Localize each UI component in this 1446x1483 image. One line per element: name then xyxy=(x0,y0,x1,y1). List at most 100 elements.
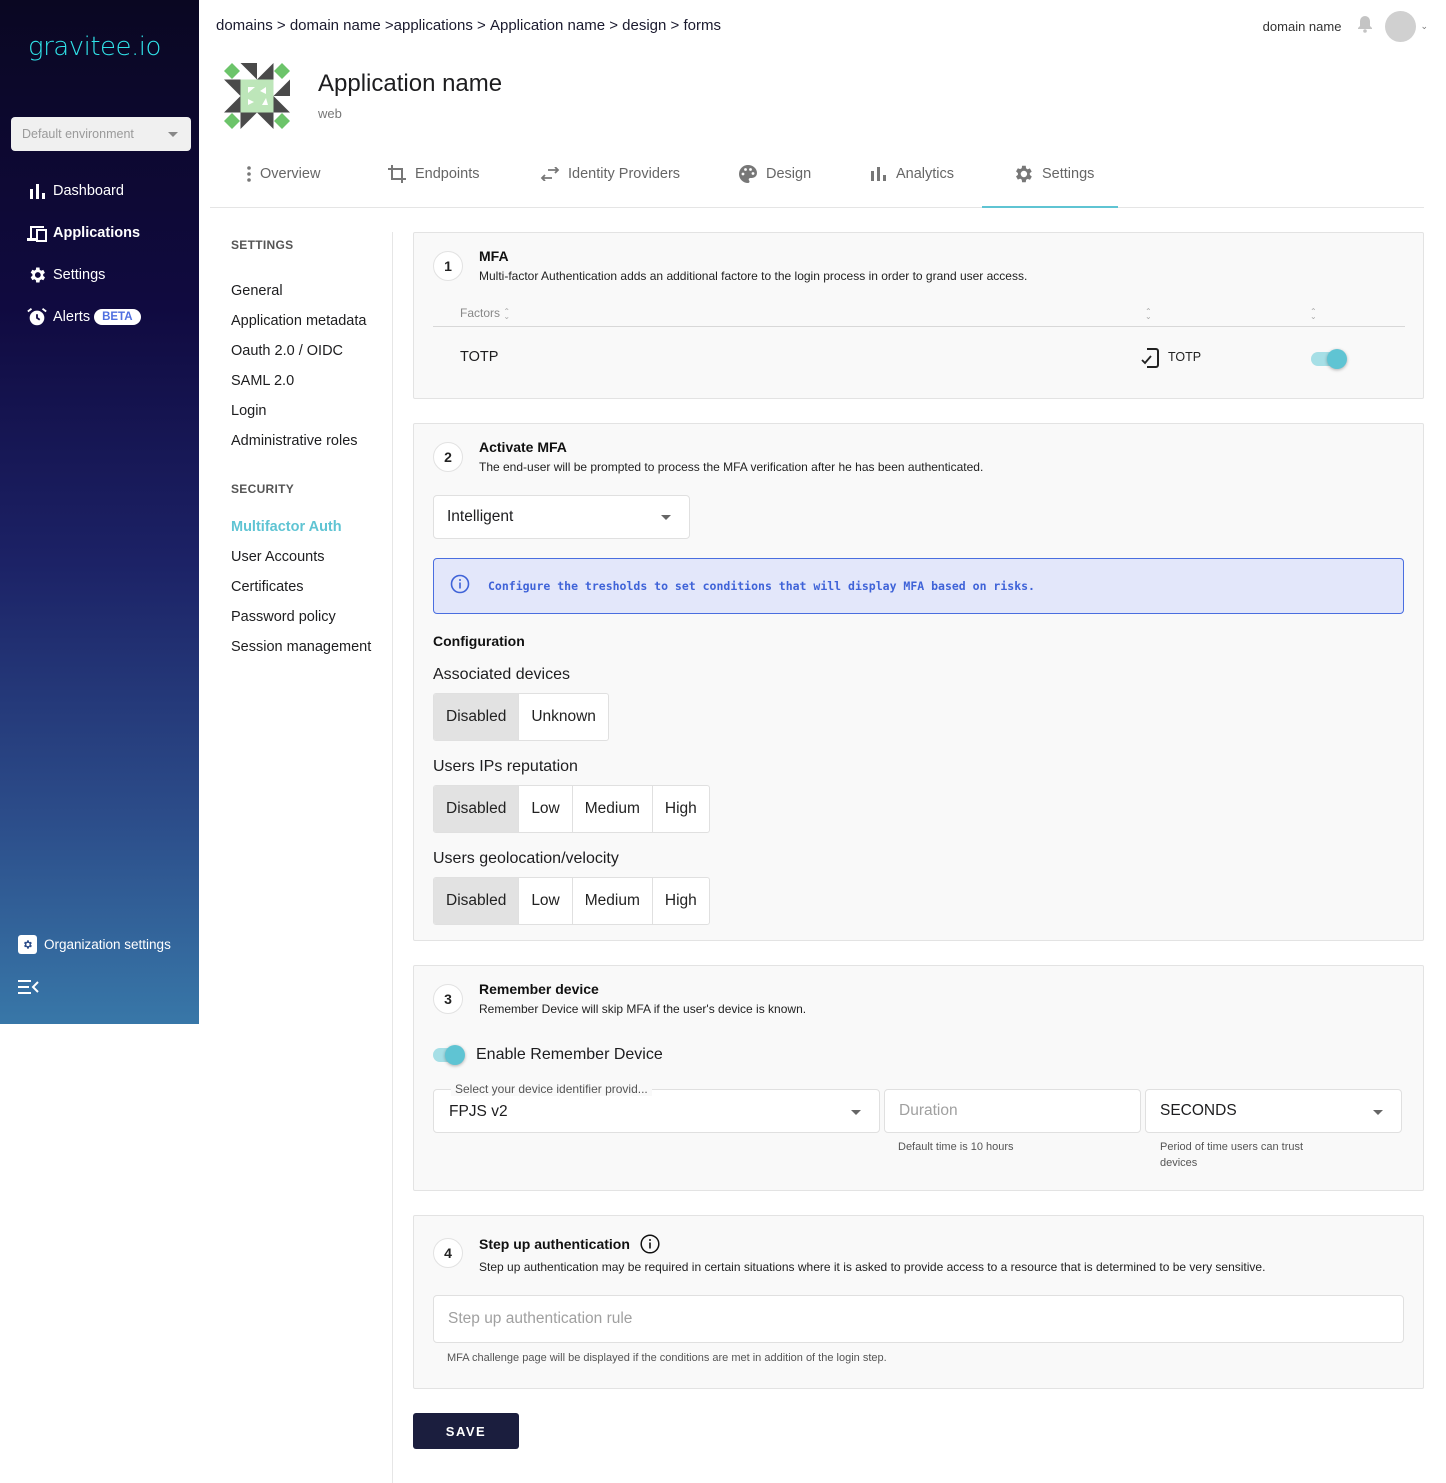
configuration-heading: Configuration xyxy=(433,633,525,649)
tab-settings[interactable]: Settings xyxy=(981,140,1119,208)
collapse-menu-icon[interactable] xyxy=(18,979,40,1000)
factor-toggle[interactable] xyxy=(1311,349,1347,369)
palette-icon xyxy=(738,164,758,184)
security-heading: SECURITY xyxy=(231,482,295,496)
device-provider-value: FPJS v2 xyxy=(449,1103,508,1120)
card-description: Multi-factor Authentication adds an addi… xyxy=(479,269,1028,283)
environment-select[interactable]: Default environment xyxy=(11,117,191,151)
info-banner: Configure the tresholds to set condition… xyxy=(433,558,1404,614)
duration-placeholder: Duration xyxy=(899,1102,958,1119)
settings-nav-general[interactable]: General xyxy=(231,283,283,299)
option-low[interactable]: Low xyxy=(518,786,571,832)
gravitee-logo[interactable]: gravitee.io xyxy=(28,32,161,62)
duration-unit-hint: Period of time users can trust devices xyxy=(1160,1141,1304,1169)
sidebar-item-label: Applications xyxy=(53,225,141,241)
card-description: Step up authentication may be required i… xyxy=(479,1260,1266,1274)
mfa-card: 1 MFA Multi-factor Authentication adds a… xyxy=(413,232,1424,399)
breadcrumb-item[interactable]: domain name xyxy=(290,17,381,34)
ip-reputation-label: Users IPs reputation xyxy=(433,758,578,775)
duration-input[interactable]: Duration xyxy=(884,1089,1141,1133)
settings-nav-certificates[interactable]: Certificates xyxy=(231,579,304,595)
tab-identity-providers[interactable]: Identity Providers xyxy=(540,140,680,207)
application-tabs: Overview Endpoints Identity Providers De… xyxy=(210,140,1424,208)
settings-nav-oauth[interactable]: Oauth 2.0 / OIDC xyxy=(231,343,343,359)
header-user-area: domain name ⌄ xyxy=(1263,11,1428,42)
settings-nav-multifactor-auth[interactable]: Multifactor Auth xyxy=(231,519,342,535)
avatar[interactable] xyxy=(1385,11,1417,42)
info-icon[interactable] xyxy=(640,1234,660,1254)
device-provider-select[interactable]: Select your device identifier provid... … xyxy=(433,1082,880,1133)
settings-nav-administrative-roles[interactable]: Administrative roles xyxy=(231,433,358,449)
step-up-rule-input[interactable]: Step up authentication rule xyxy=(433,1295,1404,1343)
factors-column-header[interactable]: Factors ⌃ ⌄ xyxy=(460,306,510,320)
mfa-mode-select[interactable]: Intelligent xyxy=(433,495,690,539)
sidebar-item-applications[interactable]: Applications xyxy=(26,221,140,245)
associated-devices-label: Associated devices xyxy=(433,666,570,683)
save-button[interactable]: SAVE xyxy=(413,1413,519,1449)
page-title: Application name xyxy=(318,70,503,97)
alarm-clock-icon xyxy=(26,306,48,328)
settings-nav-login[interactable]: Login xyxy=(231,403,266,419)
option-unknown[interactable]: Unknown xyxy=(518,694,608,740)
toggle-knob xyxy=(1327,349,1347,369)
tab-overview[interactable]: Overview xyxy=(246,140,320,207)
application-type: web xyxy=(318,106,342,121)
bell-icon[interactable] xyxy=(1357,15,1373,38)
option-disabled[interactable]: Disabled xyxy=(434,878,519,924)
chevron-down-icon xyxy=(1373,1110,1383,1115)
settings-nav-session-management[interactable]: Session management xyxy=(231,639,371,655)
remember-device-toggle[interactable] xyxy=(433,1045,465,1065)
duration-unit-value: SECONDS xyxy=(1160,1102,1237,1119)
sidebar-item-alerts[interactable]: Alerts BETA xyxy=(26,305,141,329)
tab-analytics[interactable]: Analytics xyxy=(870,140,954,207)
sidebar-item-label: Dashboard xyxy=(53,183,124,199)
gear-icon xyxy=(26,264,48,286)
settings-nav-saml[interactable]: SAML 2.0 xyxy=(231,373,294,389)
chevron-down-icon[interactable]: ⌄ xyxy=(1420,21,1428,32)
sidebar-item-dashboard[interactable]: Dashboard xyxy=(26,179,124,203)
option-disabled[interactable]: Disabled xyxy=(434,694,519,740)
settings-nav-application-metadata[interactable]: Application metadata xyxy=(231,313,366,329)
tab-label: Endpoints xyxy=(415,165,480,182)
column-label: Factors xyxy=(460,306,501,320)
duration-unit-select[interactable]: SECONDS xyxy=(1145,1089,1402,1133)
sort-icon: ⌃ ⌄ xyxy=(503,306,511,321)
bar-chart-icon xyxy=(26,180,48,202)
card-description: Remember Device will skip MFA if the use… xyxy=(479,1002,807,1016)
sidebar: gravitee.io Default environment Dashboar… xyxy=(0,0,199,1024)
logo-suffix: .io xyxy=(131,32,161,62)
option-disabled[interactable]: Disabled xyxy=(434,786,519,832)
chevron-down-icon xyxy=(168,132,178,137)
option-medium[interactable]: Medium xyxy=(571,878,652,924)
tab-label: Analytics xyxy=(896,165,955,182)
breadcrumb-item[interactable]: forms xyxy=(683,17,721,34)
breadcrumb-item[interactable]: domains xyxy=(216,17,273,34)
option-high[interactable]: High xyxy=(651,878,709,924)
phone-check-icon xyxy=(1141,346,1161,375)
tab-design[interactable]: Design xyxy=(738,140,811,207)
step-up-rule-placeholder: Step up authentication rule xyxy=(448,1310,633,1327)
sort-icon[interactable]: ⌃ ⌄ xyxy=(1145,308,1152,321)
sidebar-item-settings[interactable]: Settings xyxy=(26,263,105,287)
settings-nav-password-policy[interactable]: Password policy xyxy=(231,609,336,625)
option-low[interactable]: Low xyxy=(518,878,571,924)
card-description: The end-user will be prompted to process… xyxy=(479,460,984,474)
breadcrumb-item[interactable]: applications xyxy=(394,17,473,34)
card-title: Step up authentication xyxy=(479,1236,630,1252)
remember-device-label: Enable Remember Device xyxy=(476,1046,663,1063)
organization-settings-link[interactable]: Organization settings xyxy=(18,935,171,954)
divider xyxy=(392,232,393,1483)
toggle-knob xyxy=(445,1045,465,1065)
tab-endpoints[interactable]: Endpoints xyxy=(387,140,480,207)
step-up-hint: MFA challenge page will be displayed if … xyxy=(447,1352,887,1364)
bar-chart-icon xyxy=(870,166,888,181)
settings-nav-user-accounts[interactable]: User Accounts xyxy=(231,549,325,565)
option-medium[interactable]: Medium xyxy=(571,786,652,832)
breadcrumb-item[interactable]: Application name xyxy=(490,17,605,34)
option-high[interactable]: High xyxy=(651,786,709,832)
breadcrumb-item[interactable]: design xyxy=(622,17,666,34)
factor-name: TOTP xyxy=(460,349,499,365)
table-row: TOTP TOTP xyxy=(433,328,1405,388)
sort-icon[interactable]: ⌃ ⌄ xyxy=(1310,308,1317,321)
tab-label: Design xyxy=(766,165,812,182)
